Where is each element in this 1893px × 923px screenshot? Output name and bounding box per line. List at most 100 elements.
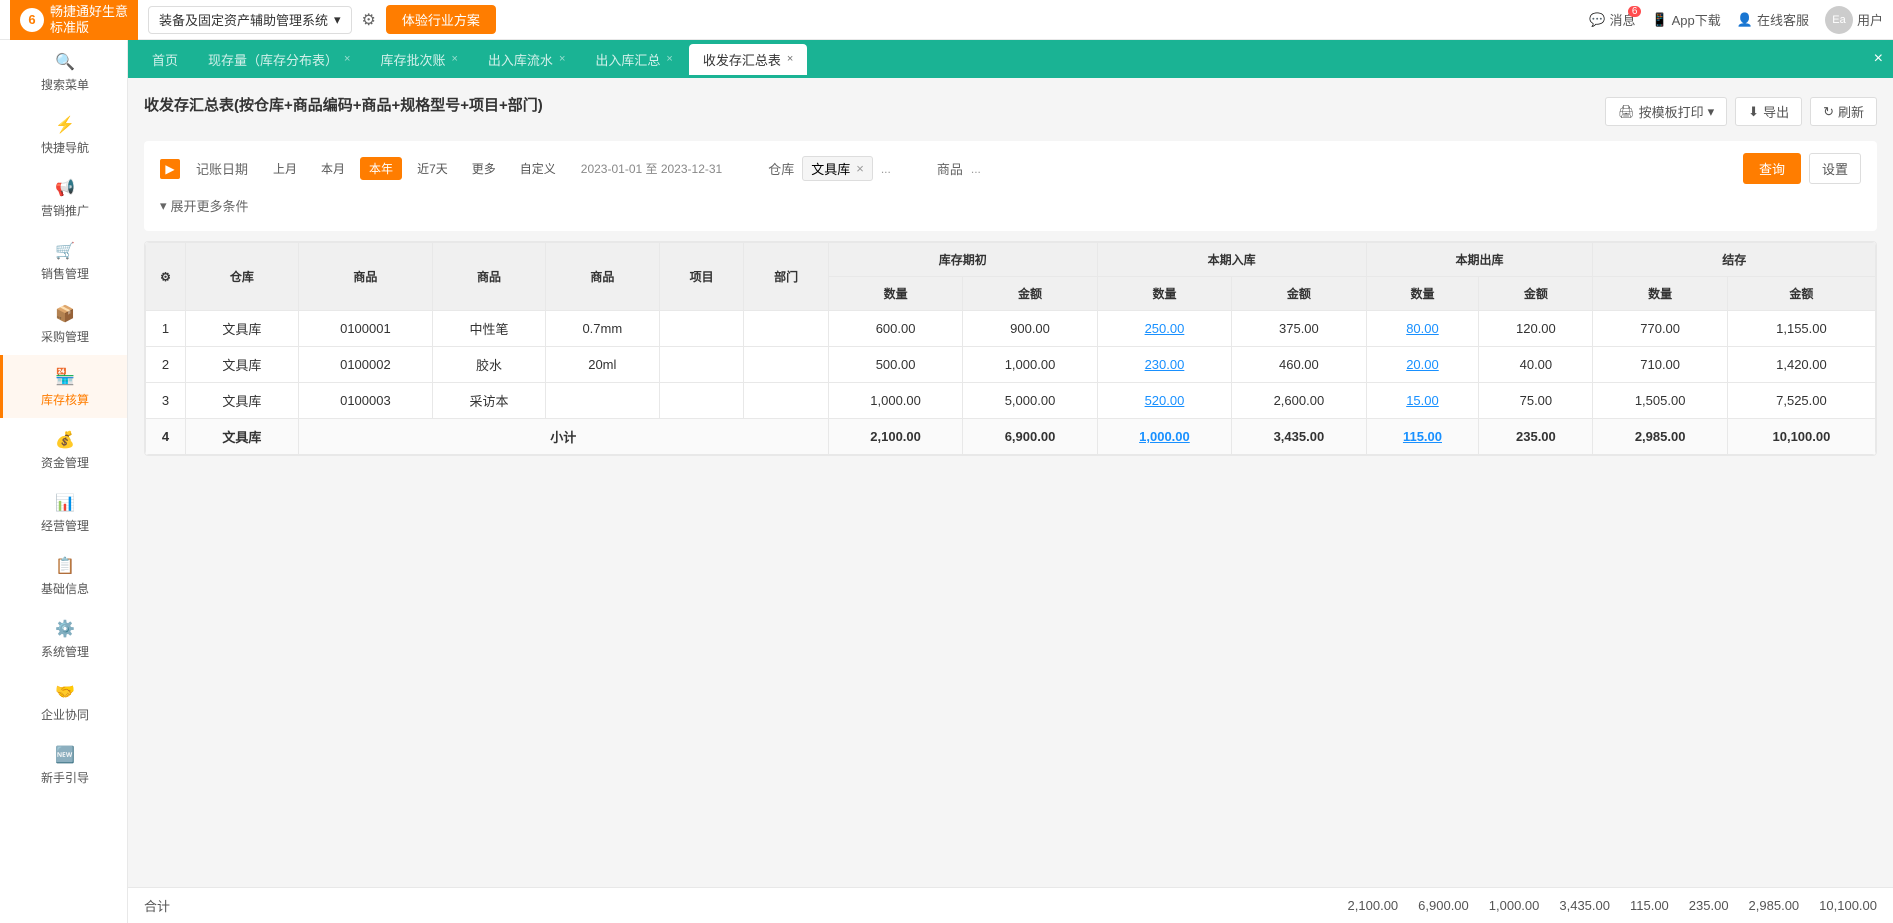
sidebar-item-search[interactable]: 🔍 搜索菜单 bbox=[0, 40, 127, 103]
col-in-qty: 数量 bbox=[1097, 277, 1231, 311]
row3-out-qty[interactable]: 15.00 bbox=[1366, 383, 1479, 419]
row1-goods-code: 0100001 bbox=[298, 311, 432, 347]
sidebar-item-system[interactable]: ⚙️ 系统管理 bbox=[0, 607, 127, 670]
row2-goods-name: 胶水 bbox=[433, 347, 546, 383]
row1-project bbox=[659, 311, 744, 347]
tab-receive-send-summary[interactable]: 收发存汇总表 × bbox=[689, 44, 807, 75]
row3-close-qty: 1,505.00 bbox=[1593, 383, 1727, 419]
print-icon: 🖨 bbox=[1618, 104, 1635, 120]
date-btn-custom[interactable]: 自定义 bbox=[511, 157, 565, 180]
settings-icon[interactable]: ⚙ bbox=[362, 10, 376, 30]
row2-in-amt: 460.00 bbox=[1232, 347, 1366, 383]
tab-inventory-dist-close[interactable]: × bbox=[344, 53, 350, 65]
row1-in-amt: 375.00 bbox=[1232, 311, 1366, 347]
tab-inout-flow[interactable]: 出入库流水 × bbox=[474, 44, 579, 75]
row1-in-qty[interactable]: 250.00 bbox=[1097, 311, 1231, 347]
subtotal-out-qty[interactable]: 115.00 bbox=[1366, 419, 1479, 455]
row2-open-amt: 1,000.00 bbox=[963, 347, 1097, 383]
col-group-out: 本期出库 bbox=[1366, 243, 1593, 277]
phone-icon: 📱 bbox=[1651, 12, 1667, 28]
tab-inout-summary-close[interactable]: × bbox=[666, 53, 672, 65]
expand-more-conditions[interactable]: ▾ 展开更多条件 bbox=[160, 192, 1861, 219]
row2-goods-code: 0100002 bbox=[298, 347, 432, 383]
row1-close-qty: 770.00 bbox=[1593, 311, 1727, 347]
sidebar-item-guide[interactable]: 🆕 新手引导 bbox=[0, 733, 127, 796]
setting-button[interactable]: 设置 bbox=[1809, 153, 1861, 184]
message-action[interactable]: 💬 消息 6 bbox=[1589, 10, 1635, 29]
tab-batch-ledger[interactable]: 库存批次账 × bbox=[366, 44, 471, 75]
total-open-qty: 2,100.00 bbox=[1348, 898, 1399, 913]
app-download-action[interactable]: 📱 App下载 bbox=[1651, 10, 1720, 29]
sidebar-item-inventory[interactable]: 🏪 库存核算 bbox=[0, 355, 127, 418]
tab-home[interactable]: 首页 bbox=[138, 44, 192, 75]
table-row: 3 文具库 0100003 采访本 1,000.00 5,000.00 520.… bbox=[146, 383, 1876, 419]
row1-out-qty[interactable]: 80.00 bbox=[1366, 311, 1479, 347]
filter-expand-btn[interactable]: ▶ bbox=[160, 159, 180, 179]
marketing-icon: 📢 bbox=[55, 178, 75, 198]
main-layout: 🔍 搜索菜单 ⚡ 快捷导航 📢 营销推广 🛒 销售管理 📦 采购管理 🏪 库存核… bbox=[0, 40, 1893, 923]
total-in-qty: 1,000.00 bbox=[1489, 898, 1540, 913]
row3-no: 3 bbox=[146, 383, 186, 419]
tab-receive-send-summary-close[interactable]: × bbox=[787, 53, 793, 65]
subtotal-open-qty: 2,100.00 bbox=[828, 419, 962, 455]
dropdown-icon: ▾ bbox=[334, 12, 341, 28]
tab-bar-close-btn[interactable]: × bbox=[1874, 50, 1883, 68]
print-button[interactable]: 🖨 按模板打印 ▾ bbox=[1605, 97, 1727, 126]
table-container: ⚙ 仓库 商品 商品 商品 项目 部门 库存期初 本期入库 本期出库 结存 bbox=[144, 241, 1877, 456]
query-button[interactable]: 查询 bbox=[1743, 153, 1801, 184]
system-name-text: 装备及固定资产辅助管理系统 bbox=[159, 10, 328, 29]
online-service-action[interactable]: 👤 在线客服 bbox=[1737, 10, 1809, 29]
sidebar-item-purchase[interactable]: 📦 采购管理 bbox=[0, 292, 127, 355]
sidebar-item-operation[interactable]: 📊 经营管理 bbox=[0, 481, 127, 544]
tab-inout-flow-close[interactable]: × bbox=[559, 53, 565, 65]
trial-button[interactable]: 体验行业方案 bbox=[386, 5, 496, 34]
header-right: 💬 消息 6 📱 App下载 👤 在线客服 Ea 用户 bbox=[1589, 6, 1883, 34]
expand-more-icon: ▾ bbox=[160, 198, 167, 214]
export-icon: ⬇ bbox=[1748, 104, 1759, 120]
logo-area: 6 畅捷通好生意 标准版 bbox=[10, 0, 138, 40]
warehouse-label: 仓库 bbox=[768, 159, 794, 178]
content-wrapper: 首页 现存量（库存分布表） × 库存批次账 × 出入库流水 × 出入库汇总 × … bbox=[128, 40, 1893, 923]
total-close-amt: 10,100.00 bbox=[1819, 898, 1877, 913]
warehouse-tag-close[interactable]: × bbox=[856, 161, 864, 176]
warehouse-more-btn[interactable]: ... bbox=[881, 162, 891, 176]
message-badge: 6 bbox=[1628, 6, 1642, 17]
date-btn-more[interactable]: 更多 bbox=[463, 157, 505, 180]
logo-text: 畅捷通好生意 标准版 bbox=[50, 4, 128, 35]
tab-inventory-dist[interactable]: 现存量（库存分布表） × bbox=[194, 44, 364, 75]
date-btn-this-year[interactable]: 本年 bbox=[360, 157, 402, 180]
total-open-amt: 6,900.00 bbox=[1418, 898, 1469, 913]
system-name-selector[interactable]: 装备及固定资产辅助管理系统 ▾ bbox=[148, 6, 352, 34]
sidebar-item-enterprise[interactable]: 🤝 企业协同 bbox=[0, 670, 127, 733]
date-btn-7days[interactable]: 近7天 bbox=[408, 157, 457, 180]
warehouse-tag-text: 文具库 bbox=[811, 159, 850, 178]
row2-in-qty[interactable]: 230.00 bbox=[1097, 347, 1231, 383]
row2-goods-spec: 20ml bbox=[545, 347, 659, 383]
date-range-text: 2023-01-01 至 2023-12-31 bbox=[581, 160, 722, 177]
sidebar-item-basic-info[interactable]: 📋 基础信息 bbox=[0, 544, 127, 607]
export-button[interactable]: ⬇ 导出 bbox=[1735, 97, 1802, 126]
refresh-button[interactable]: ↻ 刷新 bbox=[1810, 97, 1877, 126]
row2-warehouse: 文具库 bbox=[186, 347, 299, 383]
subtotal-warehouse: 文具库 bbox=[186, 419, 299, 455]
row2-out-qty[interactable]: 20.00 bbox=[1366, 347, 1479, 383]
tab-inout-summary[interactable]: 出入库汇总 × bbox=[581, 44, 686, 75]
subtotal-no: 4 bbox=[146, 419, 186, 455]
warehouse-tag: 文具库 × bbox=[802, 156, 873, 181]
row3-in-qty[interactable]: 520.00 bbox=[1097, 383, 1231, 419]
sidebar-item-sales[interactable]: 🛒 销售管理 bbox=[0, 229, 127, 292]
tab-batch-ledger-close[interactable]: × bbox=[451, 53, 457, 65]
date-btn-last-month[interactable]: 上月 bbox=[264, 157, 306, 180]
row3-warehouse: 文具库 bbox=[186, 383, 299, 419]
subtotal-in-qty[interactable]: 1,000.00 bbox=[1097, 419, 1231, 455]
total-close-qty: 2,985.00 bbox=[1749, 898, 1800, 913]
sidebar-item-quick-nav[interactable]: ⚡ 快捷导航 bbox=[0, 103, 127, 166]
date-btn-this-month[interactable]: 本月 bbox=[312, 157, 354, 180]
quick-nav-icon: ⚡ bbox=[55, 115, 75, 135]
data-table: ⚙ 仓库 商品 商品 商品 项目 部门 库存期初 本期入库 本期出库 结存 bbox=[145, 242, 1876, 455]
user-action[interactable]: Ea 用户 bbox=[1825, 6, 1883, 34]
goods-more-btn[interactable]: ... bbox=[971, 162, 981, 176]
col-settings[interactable]: ⚙ bbox=[146, 243, 186, 311]
sidebar-item-finance[interactable]: 💰 资金管理 bbox=[0, 418, 127, 481]
sidebar-item-marketing[interactable]: 📢 营销推广 bbox=[0, 166, 127, 229]
